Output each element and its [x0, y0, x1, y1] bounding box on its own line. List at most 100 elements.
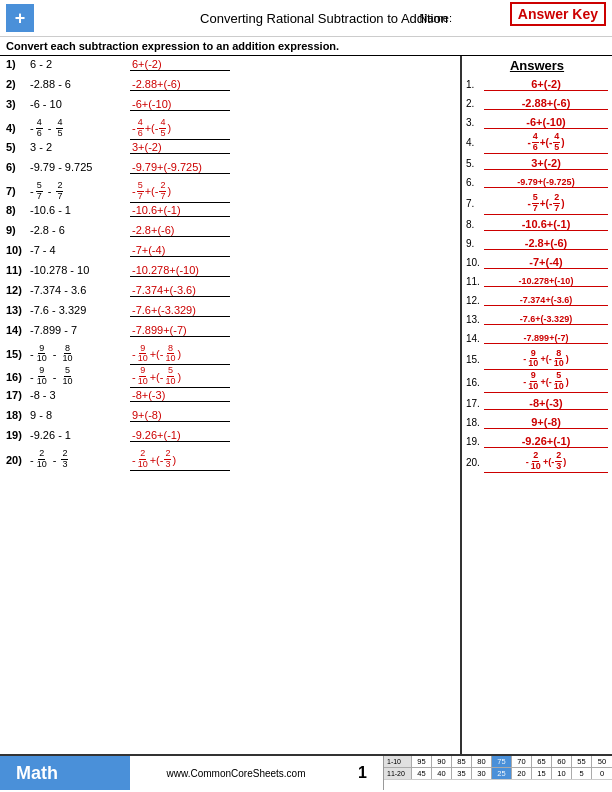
problem-row: 3) -6 - 10 -6+(-10) — [6, 98, 454, 117]
instructions: Convert each subtraction expression to a… — [0, 37, 612, 56]
problem-expr: 9 - 8 — [30, 409, 130, 421]
problem-num: 20) — [6, 454, 30, 466]
problem-expr: -2.88 - 6 — [30, 78, 130, 90]
problem-answer: -7+(-4) — [130, 244, 230, 257]
problem-num: 3) — [6, 98, 30, 110]
problem-row: 9) -2.8 - 6 -2.8+(-6) — [6, 224, 454, 243]
answer-row: 9. -2.8+(-6) — [466, 235, 608, 253]
problem-answer: -8+(-3) — [130, 389, 230, 402]
problem-row: 13) -7.6 - 3.329 -7.6+(-3.329) — [6, 304, 454, 323]
problem-answer: -910 +(-510) — [130, 366, 230, 388]
problem-num: 8) — [6, 204, 30, 216]
problem-answer: -2.88+(-6) — [130, 78, 230, 91]
answer-val: -2.88+(-6) — [484, 97, 608, 110]
problem-row: 10) -7 - 4 -7+(-4) — [6, 244, 454, 263]
problem-num: 10) — [6, 244, 30, 256]
score-cell: 30 — [472, 768, 492, 779]
answer-val: -910+(-810) — [484, 349, 608, 371]
answer-val: -9.79+(-9.725) — [484, 177, 608, 188]
footer-scores: 1-10 95 90 85 80 75 70 65 60 55 50 11-20… — [383, 756, 612, 790]
answer-num: 14. — [466, 333, 484, 344]
answers-section: Answers 1. 6+(-2) 2. -2.88+(-6) 3. -6+(-… — [462, 56, 612, 754]
problem-num: 19) — [6, 429, 30, 441]
problem-row: 7) -57 - 27 -57 +(-27) — [6, 181, 454, 203]
problem-expr: 6 - 2 — [30, 58, 130, 70]
score-cell: 90 — [432, 756, 452, 767]
answer-key-label: Answer Key — [518, 6, 598, 22]
answer-val: -210+(-23) — [484, 451, 608, 473]
problem-expr: 3 - 2 — [30, 141, 130, 153]
answer-row: 19. -9.26+(-1) — [466, 432, 608, 450]
problem-expr: -57 - 27 — [30, 181, 130, 202]
answer-val: -7.6+(-3.329) — [484, 314, 608, 325]
footer-website: www.CommonCoreSheets.com — [130, 756, 342, 790]
problem-num: 11) — [6, 264, 30, 276]
answer-val: -7+(-4) — [484, 256, 608, 269]
answer-val: -7.374+(-3.6) — [484, 295, 608, 306]
answer-row: 1. 6+(-2) — [466, 75, 608, 93]
answer-num: 3. — [466, 117, 484, 128]
main-content: 1) 6 - 2 6+(-2) 2) -2.88 - 6 -2.88+(-6) … — [0, 56, 612, 754]
problem-expr: -9.79 - 9.725 — [30, 161, 130, 173]
score-label: 11-20 — [384, 768, 412, 779]
page-footer: Math www.CommonCoreSheets.com 1 1-10 95 … — [0, 754, 612, 790]
answer-num: 19. — [466, 436, 484, 447]
problem-answer: 9+(-8) — [130, 409, 230, 422]
answers-header: Answers — [466, 58, 608, 73]
answer-num: 12. — [466, 295, 484, 306]
problem-answer: -10.6+(-1) — [130, 204, 230, 217]
answer-val: -2.8+(-6) — [484, 237, 608, 250]
problem-row: 15) -910 - 810 -910 +(-810) — [6, 344, 454, 366]
answer-val: -10.278+(-10) — [484, 276, 608, 287]
problem-answer: -10.278+(-10) — [130, 264, 230, 277]
problem-row: 11) -10.278 - 10 -10.278+(-10) — [6, 264, 454, 283]
problem-expr: -9.26 - 1 — [30, 429, 130, 441]
answer-num: 15. — [466, 354, 484, 365]
problem-answer: -6+(-10) — [130, 98, 230, 111]
answer-num: 13. — [466, 314, 484, 325]
problem-num: 4) — [6, 122, 30, 134]
answer-num: 10. — [466, 257, 484, 268]
score-cells: 95 90 85 80 75 70 65 60 55 50 — [412, 756, 612, 767]
score-cell: 10 — [552, 768, 572, 779]
problem-num: 12) — [6, 284, 30, 296]
problem-row: 4) -46 - 45 -46 +(-45) — [6, 118, 454, 140]
score-cell: 60 — [552, 756, 572, 767]
problem-num: 5) — [6, 141, 30, 153]
problem-expr: -7.899 - 7 — [30, 324, 130, 336]
problem-row: 17) -8 - 3 -8+(-3) — [6, 389, 454, 408]
problem-num: 9) — [6, 224, 30, 236]
answer-num: 5. — [466, 158, 484, 169]
score-label: 1-10 — [384, 756, 412, 767]
answer-val: 3+(-2) — [484, 157, 608, 170]
page-header: + Converting Rational Subtraction to Add… — [0, 0, 612, 37]
score-cell: 55 — [572, 756, 592, 767]
answer-num: 2. — [466, 98, 484, 109]
score-cell: 70 — [512, 756, 532, 767]
answer-row: 6. -9.79+(-9.725) — [466, 174, 608, 192]
score-cell: 85 — [452, 756, 472, 767]
problems-section: 1) 6 - 2 6+(-2) 2) -2.88 - 6 -2.88+(-6) … — [0, 56, 462, 754]
problem-num: 18) — [6, 409, 30, 421]
score-cell: 65 — [532, 756, 552, 767]
answer-row: 5. 3+(-2) — [466, 155, 608, 173]
problem-answer: -57 +(-27) — [130, 181, 230, 203]
problem-num: 6) — [6, 161, 30, 173]
problem-num: 7) — [6, 185, 30, 197]
problem-expr: -210 - 23 — [30, 449, 130, 470]
answer-val: -6+(-10) — [484, 116, 608, 129]
problem-num: 14) — [6, 324, 30, 336]
problem-row: 18) 9 - 8 9+(-8) — [6, 409, 454, 428]
answer-val: -46+(-45) — [484, 132, 608, 154]
problem-answer: -910 +(-810) — [130, 344, 230, 366]
problem-expr: -7.374 - 3.6 — [30, 284, 130, 296]
answer-row: 4. -46+(-45) — [466, 132, 608, 154]
problem-expr: -10.278 - 10 — [30, 264, 130, 276]
score-cell-highlight: 25 — [492, 768, 512, 779]
footer-math-label: Math — [0, 756, 130, 790]
problem-expr: -8 - 3 — [30, 389, 130, 401]
problem-expr: -2.8 - 6 — [30, 224, 130, 236]
answer-num: 8. — [466, 219, 484, 230]
answer-row: 18. 9+(-8) — [466, 413, 608, 431]
answer-num: 1. — [466, 79, 484, 90]
